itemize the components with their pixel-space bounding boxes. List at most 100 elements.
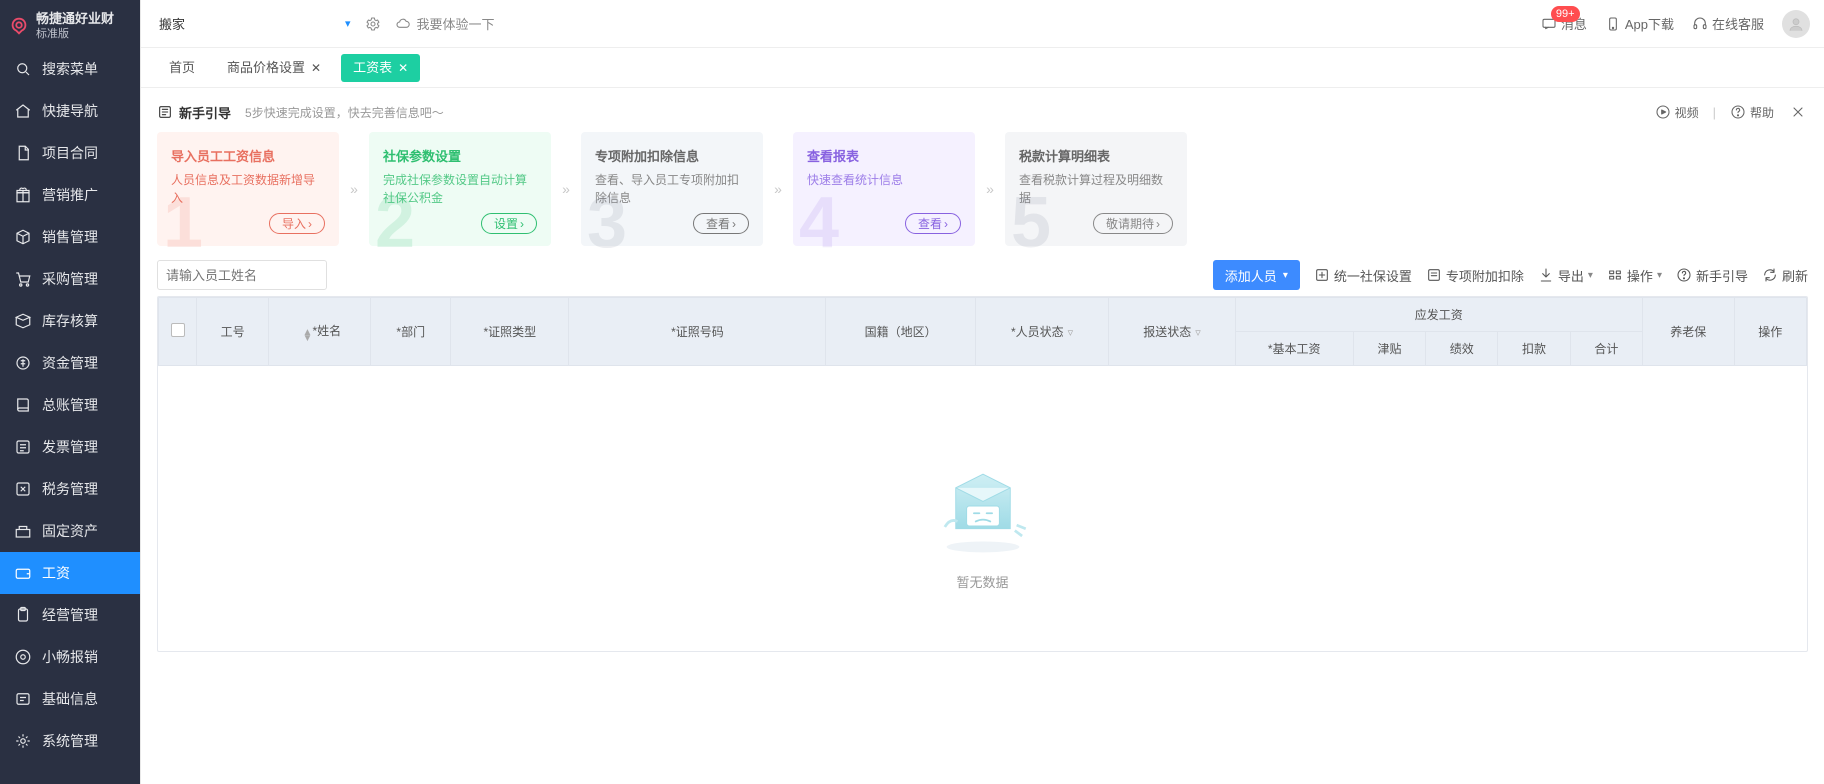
guide-arrow-icon: » <box>339 132 369 246</box>
sidebar-item-label: 总账管理 <box>42 395 98 415</box>
chevron-down-icon: ▾ <box>1657 270 1662 281</box>
export-link[interactable]: 导出 ▾ <box>1538 266 1593 285</box>
sidebar-item-label: 资金管理 <box>42 353 98 373</box>
cube-icon <box>14 228 32 246</box>
page-tab[interactable]: 商品价格设置✕ <box>215 54 333 82</box>
sidebar-item-home[interactable]: 快捷导航 <box>0 90 140 132</box>
messages[interactable]: 消息 99+ <box>1541 14 1587 33</box>
chevron-right-icon: › <box>1156 217 1160 231</box>
sidebar-item-cart[interactable]: 采购管理 <box>0 258 140 300</box>
app-download[interactable]: App下载 <box>1605 14 1674 33</box>
search-input[interactable] <box>166 268 342 283</box>
refresh-label: 刷新 <box>1782 266 1808 285</box>
search-input-wrap[interactable] <box>157 260 327 290</box>
guide-title: 新手引导 <box>157 103 231 122</box>
sidebar-item-cube[interactable]: 销售管理 <box>0 216 140 258</box>
guide-link[interactable]: 新手引导 <box>1676 266 1748 285</box>
customer-service[interactable]: 在线客服 <box>1692 14 1764 33</box>
sidebar-item-invoice[interactable]: 发票管理 <box>0 426 140 468</box>
export-label: 导出 <box>1558 266 1584 285</box>
guide-card-button[interactable]: 敬请期待 › <box>1093 213 1173 234</box>
top-tools: 消息 99+ App下载 在线客服 <box>1541 10 1810 38</box>
sidebar-item-doc[interactable]: 项目合同 <box>0 132 140 174</box>
sidebar-item-search[interactable]: 搜索菜单 <box>0 48 140 90</box>
sidebar-item-wallet[interactable]: 工资 <box>0 552 140 594</box>
guide-card-number: 4 <box>799 182 839 264</box>
settings-icon[interactable] <box>365 16 381 32</box>
sidebar-item-label: 工资 <box>42 563 70 583</box>
col-report[interactable]: 报送状态 <box>1143 325 1191 339</box>
avatar[interactable] <box>1782 10 1810 38</box>
col-deduct[interactable]: 扣款 <box>1522 342 1546 356</box>
sort-icon[interactable]: ▲▼ <box>303 330 313 342</box>
payroll-table: 工号 ▲▼*姓名 *部门 *证照类型 *证照号码 国籍（地区） *人员状态 ▿ 报… <box>157 296 1808 652</box>
close-icon[interactable]: ✕ <box>311 54 321 82</box>
try-experience[interactable]: 我要体验一下 <box>395 14 495 33</box>
sidebar-item-gear[interactable]: 系统管理 <box>0 720 140 762</box>
ops-link[interactable]: 操作 ▾ <box>1607 266 1662 285</box>
sidebar-item-label: 项目合同 <box>42 143 98 163</box>
filter-icon[interactable]: ▿ <box>1195 327 1201 339</box>
col-id[interactable]: 工号 <box>221 325 245 339</box>
guide-card-sub: 完成社保参数设置自动计算社保公积金 <box>383 171 537 207</box>
sidebar-item-clipboard[interactable]: 经营管理 <box>0 594 140 636</box>
col-status[interactable]: *人员状态 <box>1011 325 1064 339</box>
guide-card-3: 3专项附加扣除信息查看、导入员工专项附加扣除信息查看 › <box>581 132 763 246</box>
col-cert-type[interactable]: *证照类型 <box>483 325 536 339</box>
sidebar-item-label: 系统管理 <box>42 731 98 751</box>
guide-card-button[interactable]: 设置 › <box>481 213 537 234</box>
sidebar-item-tax[interactable]: 税务管理 <box>0 468 140 510</box>
col-pension[interactable]: 养老保 <box>1670 325 1706 339</box>
col-dept[interactable]: *部门 <box>396 325 425 339</box>
cart-icon <box>14 270 32 288</box>
guide-close[interactable] <box>1788 102 1808 122</box>
guide-card-2: 2社保参数设置完成社保参数设置自动计算社保公积金设置 › <box>369 132 551 246</box>
col-nation[interactable]: 国籍（地区） <box>865 325 937 339</box>
guide-video[interactable]: 视频 <box>1655 104 1699 121</box>
guide-help[interactable]: 帮助 <box>1730 104 1774 121</box>
guide-video-label: 视频 <box>1675 104 1699 121</box>
sidebar-item-reimburse[interactable]: 小畅报销 <box>0 636 140 678</box>
sidebar: 畅捷通好业财 标准版 搜索菜单快捷导航项目合同营销推广销售管理采购管理库存核算资… <box>0 0 140 784</box>
col-name[interactable]: *姓名 <box>312 324 341 338</box>
add-person-button[interactable]: 添加人员 ▾ <box>1213 260 1300 290</box>
sidebar-item-coin[interactable]: 资金管理 <box>0 342 140 384</box>
sidebar-item-box[interactable]: 库存核算 <box>0 300 140 342</box>
page-tab[interactable]: 首页 <box>157 54 207 82</box>
brand: 畅捷通好业财 标准版 <box>0 0 140 48</box>
sidebar-item-label: 经营管理 <box>42 605 98 625</box>
guide-card-button[interactable]: 查看 › <box>905 213 961 234</box>
wallet-icon <box>14 564 32 582</box>
col-perf[interactable]: 绩效 <box>1450 342 1474 356</box>
col-base[interactable]: *基本工资 <box>1268 342 1321 356</box>
close-icon[interactable]: ✕ <box>398 54 408 82</box>
sidebar-item-asset[interactable]: 固定资产 <box>0 510 140 552</box>
guide-arrow-icon: » <box>975 132 1005 246</box>
col-total[interactable]: 合计 <box>1594 342 1618 356</box>
page-tab-label: 工资表 <box>353 54 392 82</box>
page-tab[interactable]: 工资表✕ <box>341 54 420 82</box>
social-settings-link[interactable]: 统一社保设置 <box>1314 266 1412 285</box>
refresh-link[interactable]: 刷新 <box>1762 266 1808 285</box>
col-allowance[interactable]: 津贴 <box>1377 342 1401 356</box>
special-deduct-label: 专项附加扣除 <box>1446 266 1524 285</box>
asset-icon <box>14 522 32 540</box>
brand-sub: 标准版 <box>36 28 114 40</box>
guide-card-button[interactable]: 查看 › <box>693 213 749 234</box>
page-tab-label: 首页 <box>169 54 195 82</box>
org-select[interactable]: 搬家 ▾ <box>159 14 351 33</box>
special-deduct-link[interactable]: 专项附加扣除 <box>1426 266 1524 285</box>
sidebar-item-info[interactable]: 基础信息 <box>0 678 140 720</box>
brand-title: 畅捷通好业财 <box>36 12 114 26</box>
guide-hint: 5步快速完成设置，快去完善信息吧～ <box>245 104 444 121</box>
sidebar-item-gift[interactable]: 营销推广 <box>0 174 140 216</box>
chevron-down-icon: ▾ <box>345 17 351 30</box>
sidebar-item-book[interactable]: 总账管理 <box>0 384 140 426</box>
try-experience-label: 我要体验一下 <box>417 14 495 33</box>
filter-icon[interactable]: ▿ <box>1068 327 1074 339</box>
guide-card-button[interactable]: 导入 › <box>269 213 325 234</box>
chevron-down-icon: ▾ <box>1283 270 1288 281</box>
select-all-checkbox[interactable] <box>171 323 185 337</box>
col-cert-no[interactable]: *证照号码 <box>671 325 724 339</box>
sidebar-item-label: 快捷导航 <box>42 101 98 121</box>
